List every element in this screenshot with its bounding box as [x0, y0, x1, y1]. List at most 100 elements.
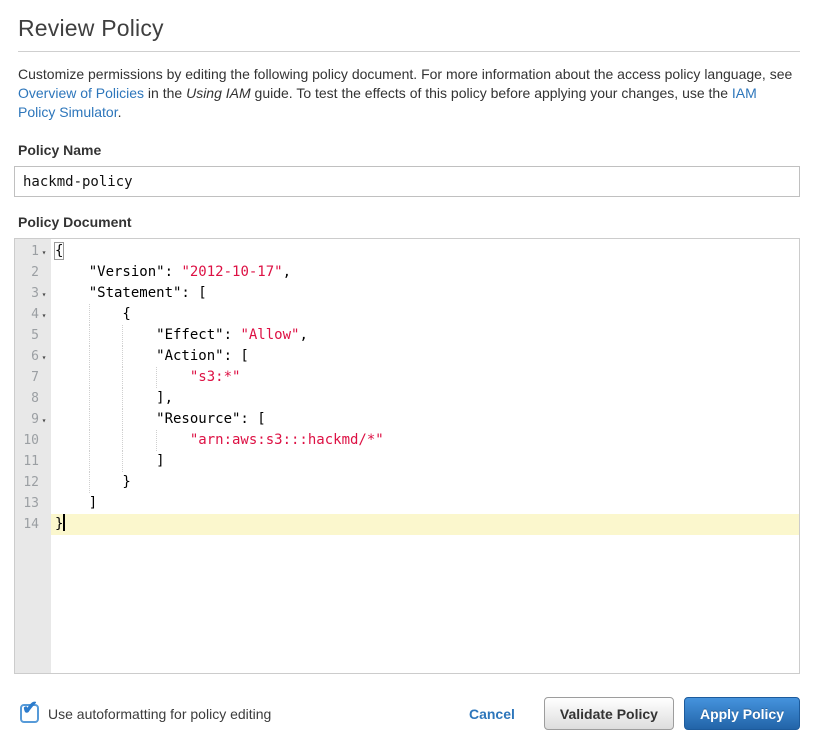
gutter-line-7: 7: [15, 367, 51, 388]
action-buttons: Cancel Validate Policy Apply Policy: [469, 697, 800, 730]
indent-guide: [122, 367, 123, 388]
code-token: ],: [55, 390, 173, 406]
line-number: 4: [31, 304, 39, 325]
indent-guide: [156, 367, 157, 388]
code-line-10[interactable]: "arn:aws:s3:::hackmd/*": [51, 430, 799, 451]
indent-guide: [89, 325, 90, 346]
code-line-7[interactable]: "s3:*": [51, 367, 799, 388]
intro-part1: Customize permissions by editing the fol…: [18, 66, 792, 82]
line-number: 14: [23, 514, 39, 535]
line-number: 13: [23, 493, 39, 514]
validate-policy-button[interactable]: Validate Policy: [544, 697, 674, 730]
gutter-line-3: 3▾: [15, 283, 51, 304]
code-line-12[interactable]: }: [51, 472, 799, 493]
code-line-11[interactable]: ]: [51, 451, 799, 472]
indent-guide: [122, 451, 123, 472]
code-token: "Version":: [55, 264, 181, 280]
gutter-line-4: 4▾: [15, 304, 51, 325]
code-token: ]: [55, 453, 165, 469]
intro-part4: .: [118, 104, 122, 120]
fold-arrow-icon[interactable]: ▾: [42, 248, 47, 257]
intro-text: Customize permissions by editing the fol…: [18, 65, 796, 122]
indent-guide: [122, 388, 123, 409]
line-number: 12: [23, 472, 39, 493]
editor-gutter: 1▾23▾4▾56▾789▾1011121314: [15, 239, 51, 673]
overview-of-policies-link[interactable]: Overview of Policies: [18, 85, 144, 101]
code-token: ]: [55, 495, 97, 511]
fold-arrow-icon[interactable]: ▾: [42, 290, 47, 299]
line-number: 5: [31, 325, 39, 346]
line-number: 11: [23, 451, 39, 472]
gutter-line-9: 9▾: [15, 409, 51, 430]
code-line-13[interactable]: ]: [51, 493, 799, 514]
code-line-6[interactable]: "Action": [: [51, 346, 799, 367]
indent-guide: [89, 388, 90, 409]
indent-guide: [89, 367, 90, 388]
autoformat-checkbox[interactable]: ✔: [20, 704, 39, 723]
indent-guide: [156, 430, 157, 451]
code-token: "Effect":: [55, 327, 240, 343]
code-token: {: [55, 306, 131, 322]
code-line-1[interactable]: {: [51, 241, 799, 262]
code-string-token: "arn:aws:s3:::hackmd/*": [190, 432, 384, 448]
gutter-line-13: 13: [15, 493, 51, 514]
indent-guide: [89, 304, 90, 325]
code-line-4[interactable]: {: [51, 304, 799, 325]
title-divider: [18, 51, 800, 52]
indent-guide: [89, 409, 90, 430]
line-number: 6: [31, 346, 39, 367]
editor-code-area[interactable]: { "Version": "2012-10-17", "Statement": …: [51, 239, 799, 673]
code-line-9[interactable]: "Resource": [: [51, 409, 799, 430]
line-number: 3: [31, 283, 39, 304]
line-number: 2: [31, 262, 39, 283]
text-cursor: [63, 514, 65, 531]
code-line-14[interactable]: }: [51, 514, 799, 535]
code-string-token: "s3:*": [190, 369, 241, 385]
code-token: "Action": [: [55, 348, 249, 364]
code-string-token: "2012-10-17": [181, 264, 282, 280]
gutter-line-8: 8: [15, 388, 51, 409]
code-string-token: "Allow": [240, 327, 299, 343]
indent-guide: [122, 346, 123, 367]
code-line-3[interactable]: "Statement": [: [51, 283, 799, 304]
gutter-line-10: 10: [15, 430, 51, 451]
gutter-line-6: 6▾: [15, 346, 51, 367]
code-token: "Statement": [: [55, 285, 207, 301]
line-number: 8: [31, 388, 39, 409]
line-number: 10: [23, 430, 39, 451]
policy-document-editor[interactable]: 1▾23▾4▾56▾789▾1011121314 { "Version": "2…: [14, 238, 800, 674]
indent-guide: [89, 451, 90, 472]
code-line-5[interactable]: "Effect": "Allow",: [51, 325, 799, 346]
fold-arrow-icon[interactable]: ▾: [42, 353, 47, 362]
gutter-line-12: 12: [15, 472, 51, 493]
code-token: }: [55, 474, 131, 490]
indent-guide: [89, 472, 90, 493]
fold-arrow-icon[interactable]: ▾: [42, 311, 47, 320]
code-line-2[interactable]: "Version": "2012-10-17",: [51, 262, 799, 283]
policy-name-label: Policy Name: [18, 142, 796, 158]
check-icon: ✔: [22, 699, 38, 718]
indent-guide: [122, 409, 123, 430]
line-number: 9: [31, 409, 39, 430]
apply-policy-button[interactable]: Apply Policy: [684, 697, 800, 730]
code-line-8[interactable]: ],: [51, 388, 799, 409]
autoformat-label: Use autoformatting for policy editing: [48, 706, 271, 722]
code-token: {: [54, 242, 64, 260]
page-title: Review Policy: [18, 15, 796, 42]
code-token: "Resource": [: [55, 411, 266, 427]
intro-part2: in the: [144, 85, 186, 101]
indent-guide: [122, 430, 123, 451]
footer-bar: ✔ Use autoformatting for policy editing …: [14, 697, 800, 730]
code-token: }: [55, 516, 63, 532]
gutter-line-1: 1▾: [15, 241, 51, 262]
gutter-line-11: 11: [15, 451, 51, 472]
gutter-line-14: 14: [15, 514, 51, 535]
code-token: ,: [299, 327, 307, 343]
autoformat-option: ✔ Use autoformatting for policy editing: [20, 704, 271, 723]
policy-name-input[interactable]: [14, 166, 800, 197]
cancel-link[interactable]: Cancel: [469, 706, 515, 722]
code-token: ,: [283, 264, 291, 280]
policy-document-label: Policy Document: [18, 214, 796, 230]
gutter-line-5: 5: [15, 325, 51, 346]
fold-arrow-icon[interactable]: ▾: [42, 416, 47, 425]
